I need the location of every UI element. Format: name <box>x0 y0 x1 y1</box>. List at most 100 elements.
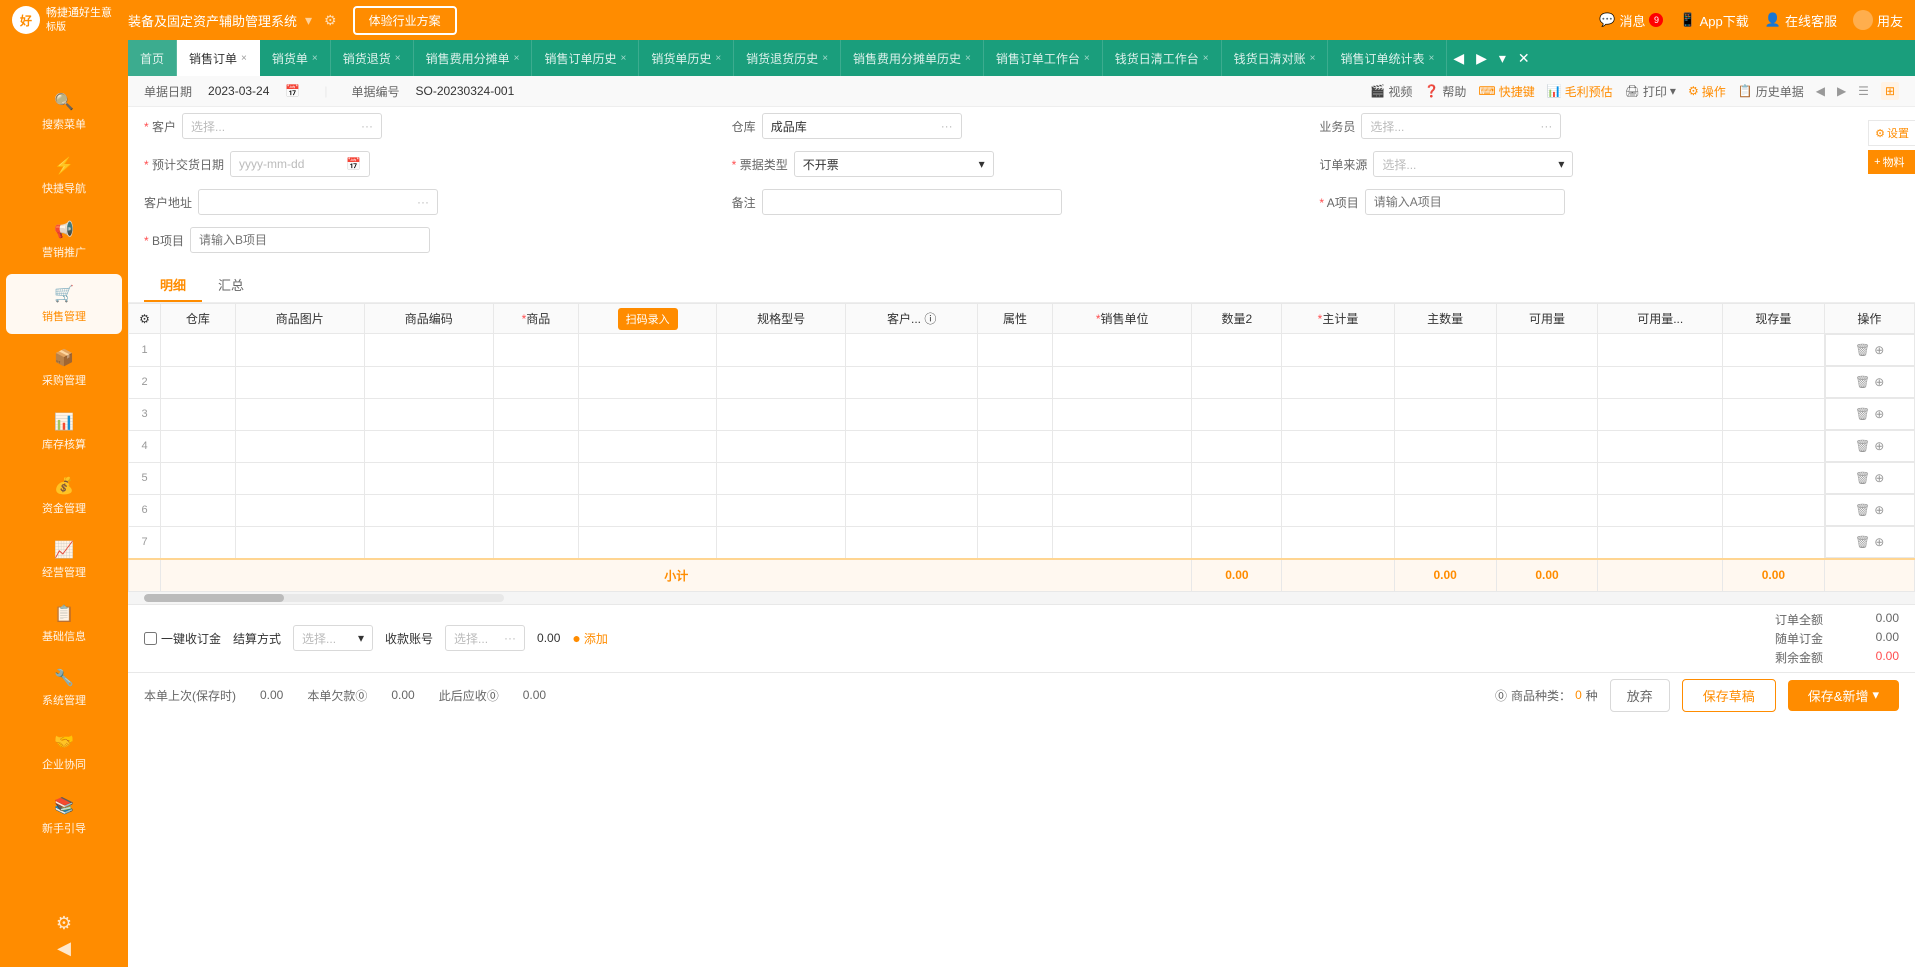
row-6-copy-icon[interactable]: ⊕ <box>1874 503 1884 517</box>
col-qty2[interactable]: 数量2 <box>1192 304 1282 334</box>
row-7-spec[interactable] <box>717 526 846 559</box>
next-record-icon[interactable]: ▶ <box>1837 84 1846 98</box>
row-1-main-unit[interactable] <box>1282 334 1394 367</box>
salesperson-input[interactable]: 选择... ··· <box>1361 113 1561 139</box>
user-button[interactable]: 用友 <box>1853 10 1903 30</box>
row-2-warehouse[interactable] <box>161 366 236 398</box>
sidebar-item-system[interactable]: 🔧 系统管理 <box>6 658 122 718</box>
row-5-warehouse[interactable] <box>161 462 236 494</box>
sidebar-item-ops[interactable]: 📈 经营管理 <box>6 530 122 590</box>
row-6-qty2[interactable] <box>1192 494 1282 526</box>
view-link[interactable]: 🎬 视频 <box>1370 83 1412 100</box>
profit-link[interactable]: 📊 毛利预估 <box>1547 83 1613 100</box>
row-1-customer[interactable] <box>846 334 978 367</box>
row-2-qty2[interactable] <box>1192 366 1282 398</box>
row-3-customer[interactable] <box>846 398 978 430</box>
row-2-main-unit[interactable] <box>1282 366 1394 398</box>
col-main-qty[interactable]: 主数量 <box>1394 304 1496 334</box>
tab-return-history[interactable]: 销货退货历史 × <box>734 40 841 76</box>
print-dropdown[interactable]: ▾ <box>1670 84 1676 98</box>
row-6-main-qty[interactable] <box>1394 494 1496 526</box>
b-project-input[interactable] <box>190 227 430 253</box>
row-2-customer[interactable] <box>846 366 978 398</box>
warehouse-input[interactable]: 成品库 ··· <box>762 113 962 139</box>
tab-slip-history-close[interactable]: × <box>715 53 721 64</box>
row-4-spec[interactable] <box>717 430 846 462</box>
account-select[interactable]: 选择... ··· <box>445 625 525 651</box>
col-available2[interactable]: 可用量... <box>1598 304 1723 334</box>
row-3-spec[interactable] <box>717 398 846 430</box>
row-6-attr[interactable] <box>978 494 1053 526</box>
row-3-product[interactable] <box>493 398 578 430</box>
tab-daily-workbench-close[interactable]: × <box>1203 53 1209 64</box>
row-7-delete-icon[interactable]: 🗑 <box>1855 535 1870 549</box>
row-2-attr[interactable] <box>978 366 1053 398</box>
tab-return[interactable]: 销货退货 × <box>331 40 414 76</box>
save-new-button[interactable]: 保存&新增 ▾ <box>1788 680 1899 711</box>
col-scan[interactable]: 扫码录入 <box>579 304 717 334</box>
row-7-attr[interactable] <box>978 526 1053 559</box>
row-7-product[interactable] <box>493 526 578 559</box>
tab-daily-workbench[interactable]: 钱货日清工作台 × <box>1103 40 1222 76</box>
tab-prev-button[interactable]: ◀ <box>1447 50 1470 67</box>
scrollbar-thumb[interactable] <box>144 594 284 602</box>
customer-dots[interactable]: ··· <box>361 119 373 133</box>
row-2-main-qty[interactable] <box>1394 366 1496 398</box>
tab-order-history[interactable]: 销售订单历史 × <box>532 40 639 76</box>
row-3-attr[interactable] <box>978 398 1053 430</box>
row-1-delete-icon[interactable]: 🗑 <box>1855 343 1870 357</box>
row-5-qty2[interactable] <box>1192 462 1282 494</box>
row-5-delete-icon[interactable]: 🗑 <box>1855 471 1870 485</box>
row-1-code[interactable] <box>364 334 493 367</box>
help-link[interactable]: ❓ 帮助 <box>1424 83 1466 100</box>
list-view-icon[interactable]: ☰ <box>1858 84 1869 98</box>
sidebar-collapse-icon[interactable]: ◀ <box>57 938 71 959</box>
row-2-unit[interactable] <box>1052 366 1192 398</box>
row-7-main-unit[interactable] <box>1282 526 1394 559</box>
row-3-unit[interactable] <box>1052 398 1192 430</box>
sidebar-item-sales[interactable]: 🛒 销售管理 <box>6 274 122 334</box>
tab-slip-history[interactable]: 销货单历史 × <box>639 40 734 76</box>
tab-expense-close[interactable]: × <box>514 53 520 64</box>
tab-order-history-close[interactable]: × <box>620 53 626 64</box>
row-7-copy-icon[interactable]: ⊕ <box>1874 535 1884 549</box>
save-draft-button[interactable]: 保存草稿 <box>1682 679 1776 712</box>
row-5-customer[interactable] <box>846 462 978 494</box>
save-new-dropdown-icon[interactable]: ▾ <box>1872 687 1879 703</box>
history-link[interactable]: 📋 历史单据 <box>1738 83 1804 100</box>
shortcut-link[interactable]: ⌨ 快捷键 <box>1478 83 1534 100</box>
row-7-qty2[interactable] <box>1192 526 1282 559</box>
row-4-customer[interactable] <box>846 430 978 462</box>
row-3-main-unit[interactable] <box>1282 398 1394 430</box>
row-7-code[interactable] <box>364 526 493 559</box>
discard-button[interactable]: 放弃 <box>1610 679 1670 712</box>
row-3-warehouse[interactable] <box>161 398 236 430</box>
one-click-checkbox[interactable]: 一键收订金 <box>144 630 221 647</box>
row-4-unit[interactable] <box>1052 430 1192 462</box>
row-7-main-qty[interactable] <box>1394 526 1496 559</box>
col-product[interactable]: *商品 <box>493 304 578 334</box>
prev-record-icon[interactable]: ◀ <box>1816 84 1825 98</box>
tab-expense-history-close[interactable]: × <box>965 53 971 64</box>
operation-link[interactable]: ⚙ 操作 <box>1688 83 1726 100</box>
goods-count-icon[interactable]: ⓪ <box>1495 687 1507 704</box>
row-4-code[interactable] <box>364 430 493 462</box>
app-download-button[interactable]: 📱 App下载 <box>1679 11 1748 30</box>
online-service-button[interactable]: 👤 在线客服 <box>1765 11 1837 30</box>
tab-order-workbench[interactable]: 销售订单工作台 × <box>984 40 1103 76</box>
address-input[interactable]: ··· <box>198 189 438 215</box>
sidebar-settings-icon[interactable]: ⚙ <box>56 913 72 934</box>
sidebar-item-stock[interactable]: 📊 库存核算 <box>6 402 122 462</box>
row-5-main-qty[interactable] <box>1394 462 1496 494</box>
tab-sales-order[interactable]: 销售订单 × <box>177 40 260 76</box>
message-button[interactable]: 💬 消息 9 <box>1599 11 1663 30</box>
row-5-code[interactable] <box>364 462 493 494</box>
payment-method-select[interactable]: 选择... ▾ <box>293 625 373 651</box>
col-image[interactable]: 商品图片 <box>235 304 364 334</box>
col-warehouse[interactable]: 仓库 <box>161 304 236 334</box>
horizontal-scrollbar[interactable] <box>128 592 1915 604</box>
row-1-unit[interactable] <box>1052 334 1192 367</box>
row-4-qty2[interactable] <box>1192 430 1282 462</box>
tab-home[interactable]: 首页 <box>128 40 177 76</box>
row-3-qty2[interactable] <box>1192 398 1282 430</box>
